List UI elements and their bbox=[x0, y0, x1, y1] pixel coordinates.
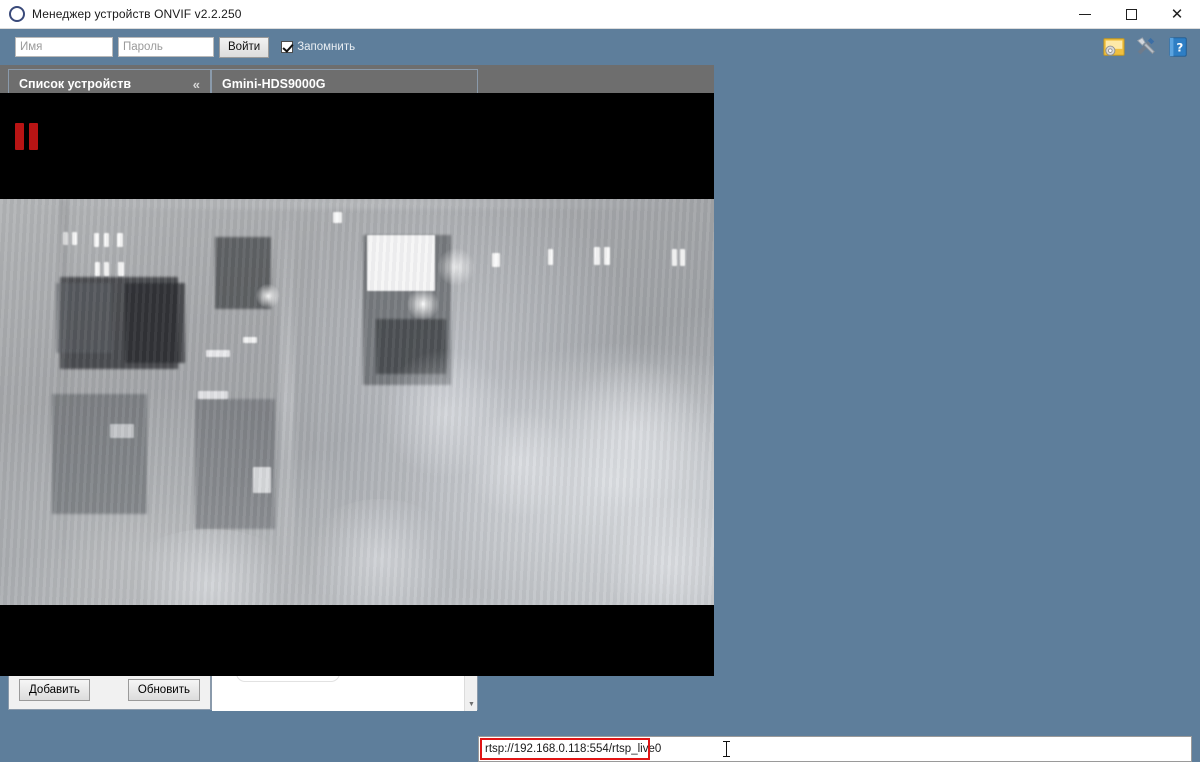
video-frame bbox=[0, 199, 714, 605]
tools-icon[interactable] bbox=[1135, 36, 1157, 58]
pause-icon bbox=[15, 123, 38, 150]
top-toolbar: Войти Запомнить ? bbox=[0, 29, 1200, 65]
window-title-bar: Менеджер устройств ONVIF v2.2.250 ✕ bbox=[0, 0, 1200, 29]
window-controls: ✕ bbox=[1062, 0, 1200, 29]
stream-url-input[interactable] bbox=[478, 736, 1192, 762]
maximize-icon bbox=[1125, 8, 1137, 20]
workspace: Список устройств « Отмена Camera Firmwar… bbox=[0, 65, 1200, 762]
login-button[interactable]: Войти bbox=[219, 36, 270, 58]
video-stage[interactable] bbox=[0, 93, 714, 676]
maximize-button[interactable] bbox=[1108, 0, 1154, 29]
toolbar-icon-group: ? bbox=[1103, 36, 1189, 58]
minimize-button[interactable] bbox=[1062, 0, 1108, 29]
device-list-title: Список устройств bbox=[19, 77, 132, 91]
remember-checkbox[interactable]: Запомнить bbox=[281, 41, 355, 53]
settings-icon[interactable] bbox=[1103, 36, 1125, 58]
close-icon: ✕ bbox=[1170, 4, 1184, 23]
help-icon[interactable]: ? bbox=[1167, 36, 1189, 58]
device-list-footer: Добавить Обновить bbox=[9, 671, 210, 709]
stream-url-bar bbox=[478, 714, 1192, 762]
remember-label: Запомнить bbox=[297, 41, 356, 53]
minimize-icon bbox=[1079, 13, 1091, 15]
device-detail-title: Gmini-HDS9000G bbox=[222, 77, 326, 91]
checkbox-check-icon bbox=[281, 41, 294, 53]
svg-text:?: ? bbox=[1176, 41, 1183, 55]
onvif-ring-icon bbox=[9, 6, 25, 22]
refresh-devices-button[interactable]: Обновить bbox=[127, 679, 200, 701]
text-cursor-icon bbox=[723, 741, 730, 757]
password-input[interactable] bbox=[118, 37, 214, 57]
close-button[interactable]: ✕ bbox=[1154, 0, 1200, 29]
username-input[interactable] bbox=[15, 37, 113, 57]
scroll-down-icon[interactable]: ▼ bbox=[465, 698, 477, 711]
live-video-panel: Живое видео bbox=[0, 65, 714, 706]
window-title: Менеджер устройств ONVIF v2.2.250 bbox=[32, 7, 242, 21]
add-device-button[interactable]: Добавить bbox=[19, 679, 90, 701]
collapse-panel-icon[interactable]: « bbox=[193, 78, 200, 91]
